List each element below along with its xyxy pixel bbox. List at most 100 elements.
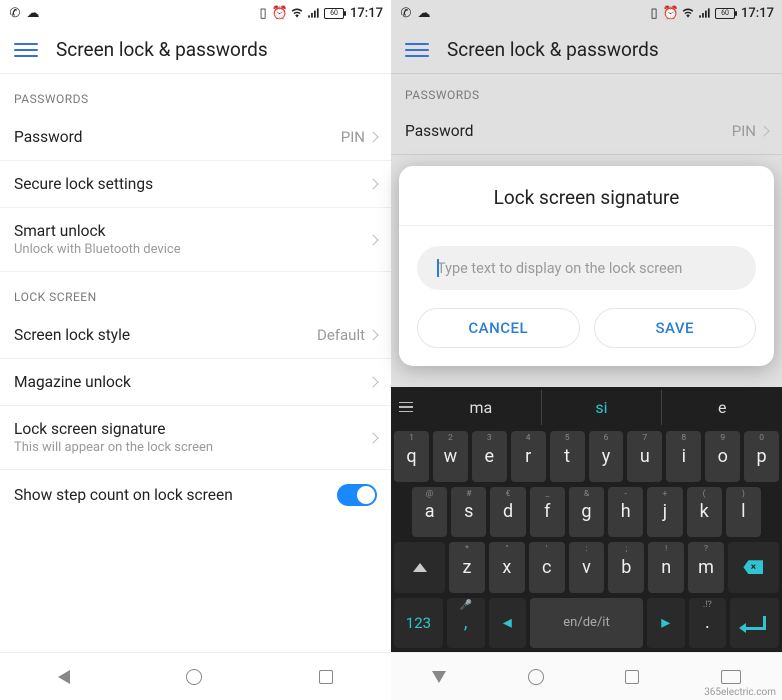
wifi-icon: [681, 6, 695, 20]
menu-icon[interactable]: [405, 38, 429, 62]
kb-key-q[interactable]: 1q: [394, 431, 429, 482]
row-value: PIN: [732, 122, 756, 140]
vibrate-icon: ▯: [256, 6, 270, 20]
row-sublabel: Unlock with Bluetooth device: [14, 242, 369, 257]
kb-key-z[interactable]: *z: [449, 542, 485, 593]
chevron-right-icon: [367, 234, 378, 245]
kb-left-key[interactable]: ◂: [489, 598, 527, 649]
kb-key-m[interactable]: ?m: [688, 542, 724, 593]
kb-enter-key[interactable]: [730, 598, 779, 649]
kb-key-s[interactable]: #s: [451, 487, 486, 538]
kb-row-3: *z"x'c:v;b!n?m ×: [394, 542, 779, 593]
section-passwords: PASSWORDS: [391, 74, 782, 108]
chevron-right-icon: [758, 125, 769, 136]
signal-icon: [698, 6, 712, 20]
chevron-right-icon: [367, 376, 378, 387]
row-password[interactable]: Password PIN: [0, 114, 391, 161]
mic-icon: 🎤: [459, 600, 471, 611]
whatsapp-icon: ✆: [8, 6, 22, 20]
row-magazine-unlock[interactable]: Magazine unlock: [0, 359, 391, 406]
app-header: Screen lock & passwords: [0, 26, 391, 74]
alarm-icon: ⏰: [273, 6, 287, 20]
toggle-step-count[interactable]: [337, 484, 377, 506]
kb-key-t[interactable]: 5t: [550, 431, 585, 482]
kb-key-h[interactable]: -h: [608, 487, 643, 538]
row-value: PIN: [341, 128, 365, 146]
kb-row-4: 123 🎤, ◂ en/de/it ▸ .!?.: [394, 598, 779, 649]
kb-key-d[interactable]: €d: [490, 487, 525, 538]
row-step-count[interactable]: Show step count on lock screen: [0, 470, 391, 520]
dialog-title: Lock screen signature: [399, 166, 774, 226]
status-bar: ✆ ☁ ▯ ⏰ 60 17:17: [0, 0, 391, 26]
kb-key-b[interactable]: ;b: [608, 542, 644, 593]
kb-key-f[interactable]: _f: [530, 487, 565, 538]
app-header: Screen lock & passwords: [391, 26, 782, 74]
kb-menu-icon[interactable]: [391, 402, 421, 413]
phone-left: ✆ ☁ ▯ ⏰ 60 17:17 Screen lock & passwords…: [0, 0, 391, 700]
cloud-icon: ☁: [26, 6, 40, 20]
chevron-right-icon: [367, 329, 378, 340]
kb-row-2: @a#s€d_f&g-h+j(k)l: [394, 487, 779, 538]
kb-suggestion[interactable]: ma: [421, 390, 542, 425]
kb-key-k[interactable]: (k: [687, 487, 722, 538]
kb-key-a[interactable]: @a: [412, 487, 447, 538]
kb-key-l[interactable]: )l: [726, 487, 761, 538]
kb-key-g[interactable]: &g: [569, 487, 604, 538]
row-password[interactable]: Password PIN: [391, 108, 782, 155]
kb-key-n[interactable]: !n: [648, 542, 684, 593]
nav-home-icon[interactable]: [528, 669, 544, 685]
kb-key-r[interactable]: 4r: [511, 431, 546, 482]
nav-hide-kbd-icon[interactable]: [432, 671, 446, 683]
kb-key-p[interactable]: 0p: [744, 431, 779, 482]
wifi-icon: [290, 6, 304, 20]
watermark: 365electric.com: [704, 687, 776, 698]
kb-right-key[interactable]: ▸: [647, 598, 685, 649]
row-secure-lock[interactable]: Secure lock settings: [0, 161, 391, 208]
kb-period-key[interactable]: .!?.: [689, 598, 727, 649]
nav-back-icon[interactable]: [58, 670, 70, 684]
kb-suggestion[interactable]: e: [662, 390, 782, 425]
row-smart-unlock[interactable]: Smart unlock Unlock with Bluetooth devic…: [0, 208, 391, 272]
kb-comma-key[interactable]: 🎤,: [447, 598, 485, 649]
nav-recent-icon[interactable]: [625, 670, 639, 684]
alarm-icon: ⏰: [664, 6, 678, 20]
nav-recent-icon[interactable]: [319, 670, 333, 684]
kb-suggestion[interactable]: si: [542, 390, 663, 425]
kb-key-c[interactable]: 'c: [529, 542, 565, 593]
kb-key-y[interactable]: 6y: [589, 431, 624, 482]
kb-shift-key[interactable]: [394, 542, 445, 593]
battery-icon: 60: [715, 8, 735, 19]
kb-key-w[interactable]: 2w: [433, 431, 468, 482]
menu-icon[interactable]: [14, 38, 38, 62]
row-value: Default: [317, 326, 365, 344]
kb-key-x[interactable]: "x: [489, 542, 525, 593]
row-lock-signature[interactable]: Lock screen signature This will appear o…: [0, 406, 391, 470]
signature-input[interactable]: [417, 246, 756, 290]
chevron-right-icon: [367, 432, 378, 443]
chevron-right-icon: [367, 178, 378, 189]
whatsapp-icon: ✆: [399, 6, 413, 20]
cloud-icon: ☁: [417, 6, 431, 20]
signal-icon: [307, 6, 321, 20]
row-label: Lock screen signature: [14, 420, 369, 438]
row-label: Magazine unlock: [14, 373, 369, 391]
cancel-button[interactable]: CANCEL: [417, 308, 580, 348]
kb-key-j[interactable]: +j: [647, 487, 682, 538]
kb-key-o[interactable]: 9o: [705, 431, 740, 482]
dialog-lock-signature: Lock screen signature CANCEL SAVE: [399, 166, 774, 366]
kb-key-v[interactable]: :v: [569, 542, 605, 593]
page-title: Screen lock & passwords: [56, 38, 268, 61]
section-lockscreen: LOCK SCREEN: [0, 272, 391, 312]
nav-keyboard-icon[interactable]: [721, 670, 741, 684]
save-button[interactable]: SAVE: [594, 308, 757, 348]
nav-bar: [0, 652, 391, 700]
kb-key-e[interactable]: 3e: [472, 431, 507, 482]
kb-key-i[interactable]: 8i: [666, 431, 701, 482]
battery-icon: 60: [324, 8, 344, 19]
kb-space-key[interactable]: en/de/it: [530, 598, 643, 649]
row-lock-style[interactable]: Screen lock style Default: [0, 312, 391, 359]
kb-backspace-key[interactable]: ×: [728, 542, 779, 593]
kb-key-u[interactable]: 7u: [627, 431, 662, 482]
nav-home-icon[interactable]: [186, 669, 202, 685]
kb-numeric-key[interactable]: 123: [394, 598, 443, 649]
